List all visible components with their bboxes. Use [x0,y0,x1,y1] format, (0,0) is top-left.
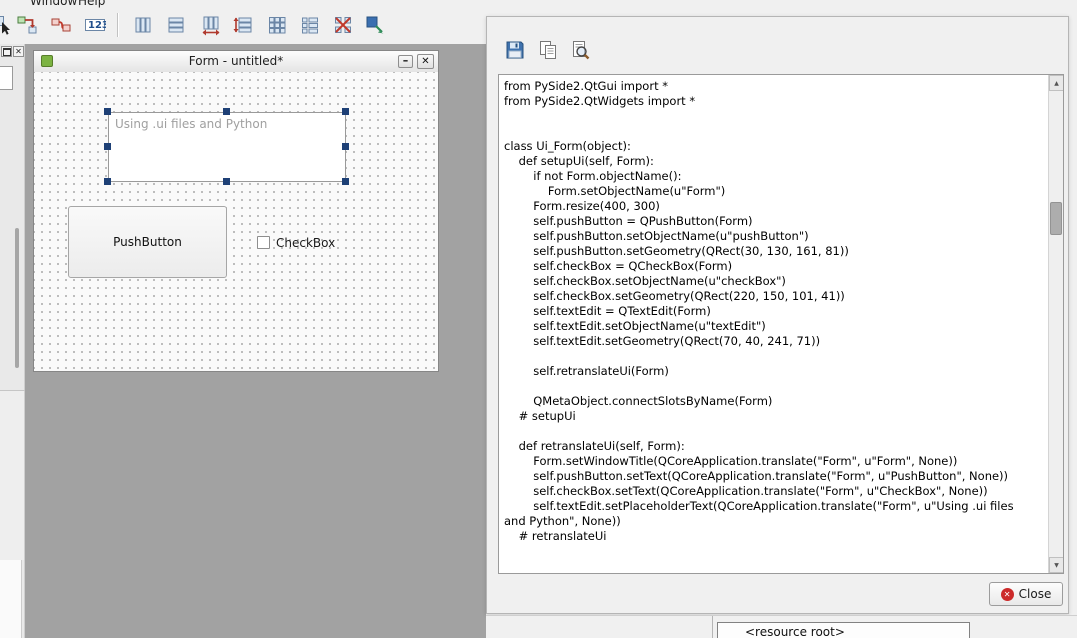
svg-text:123: 123 [88,20,106,31]
scroll-up-icon: ▲ [1054,80,1059,87]
checkbox-widget[interactable]: CheckBox [257,234,335,251]
selection-handle-top-center[interactable] [223,108,230,115]
find-button[interactable] [567,37,593,63]
scrollbar-thumb[interactable] [1050,202,1062,235]
lay-out-horizontally-in-splitter-icon [198,14,224,36]
code-vertical-scrollbar[interactable]: ▲ ▼ [1048,75,1063,573]
lower-dock-fragment [0,391,24,560]
lay-out-horizontally-in-splitter-button[interactable] [198,12,224,38]
lay-out-in-a-grid-icon [264,14,290,36]
scroll-down-button[interactable]: ▼ [1049,557,1064,573]
form-editor-window: Form - untitled* – ✕ Using .ui files and… [33,50,439,372]
lay-out-in-a-form-layout-button[interactable] [297,12,323,38]
dock-float-button[interactable] [1,46,12,57]
qt-designer-screen: Window Help 123 [0,0,1077,638]
selection-handle-mid-right[interactable] [342,143,349,150]
dock-close-button[interactable]: ✕ [13,46,24,57]
selection-handle-top-right[interactable] [342,108,349,115]
form-canvas[interactable]: Using .ui files and Python PushButton Ch… [34,72,438,371]
break-layout-icon [330,14,356,36]
save-icon [502,39,528,61]
selection-handle-top-left[interactable] [104,108,111,115]
pushbutton-widget[interactable]: PushButton [68,206,227,278]
selection-handle-bottom-left[interactable] [104,178,111,185]
menu-window[interactable]: Window [30,0,77,8]
lay-out-vertically-button[interactable] [163,12,189,38]
widgetbox-filter-fragment[interactable] [0,66,13,90]
close-circle-icon: ✕ [1001,588,1014,601]
bottom-dock-area: <resource root> [486,615,1077,638]
copy-button[interactable] [535,37,561,63]
lay-out-horizontally-button[interactable] [130,12,156,38]
lay-out-horizontally-icon [130,14,156,36]
edit-buddies-button[interactable] [48,12,74,38]
close-button-label: Close [1019,587,1052,601]
scroll-down-icon: ▼ [1054,562,1059,569]
selection-handle-mid-left[interactable] [104,143,111,150]
edit-tab-order-icon: 123 [82,14,108,36]
code-preview-dialog: from PySide2.QtGui import * from PySide2… [486,16,1069,614]
selection-handle-bottom-right[interactable] [342,178,349,185]
edit-buddies-icon [48,14,74,36]
resource-root-item[interactable]: <resource root> [717,622,970,638]
lay-out-vertically-in-splitter-button[interactable] [231,12,257,38]
close-x-glyph: ✕ [1004,590,1011,599]
edit-tab-order-button[interactable]: 123 [82,12,108,38]
adjust-size-icon [362,14,388,36]
toolbar-separator [117,13,119,37]
close-icon: ✕ [15,47,22,56]
generated-python-code: from PySide2.QtGui import * from PySide2… [499,75,1049,544]
find-icon [567,39,593,61]
mdi-area: Form - untitled* – ✕ Using .ui files and… [25,44,486,638]
left-dock-strip: ✕ [0,44,25,638]
checkbox-label: CheckBox [276,236,335,250]
textedit-placeholder: Using .ui files and Python [109,113,345,135]
edit-signals-slots-icon [14,14,40,36]
menubar: Window Help [0,0,1077,8]
lower-dock-panel-fragment [0,560,22,638]
float-icon [3,48,11,56]
menu-help[interactable]: Help [78,0,105,8]
edit-signals-slots-button[interactable] [14,12,40,38]
pushbutton-label: PushButton [113,235,182,249]
code-text-area[interactable]: from PySide2.QtGui import * from PySide2… [498,74,1064,574]
lay-out-in-a-grid-button[interactable] [264,12,290,38]
selection-handle-bottom-center[interactable] [223,178,230,185]
lay-out-vertically-icon [163,14,189,36]
form-minimize-button[interactable]: – [398,55,413,68]
lay-out-in-a-form-layout-icon [297,14,323,36]
checkbox-indicator[interactable] [257,236,270,249]
dock-splitter[interactable] [712,616,713,638]
adjust-size-button[interactable] [362,12,388,38]
copy-icon [535,39,561,61]
widgetbox-scrollbar[interactable] [15,228,19,368]
scroll-up-button[interactable]: ▲ [1049,75,1064,91]
form-close-button[interactable]: ✕ [417,54,434,69]
form-window-title: Form - untitled* [34,54,438,68]
textedit-widget[interactable]: Using .ui files and Python [108,112,346,182]
save-button[interactable] [502,37,528,63]
close-button[interactable]: ✕ Close [989,582,1063,606]
form-window-titlebar[interactable]: Form - untitled* – ✕ [34,51,438,73]
break-layout-button[interactable] [330,12,356,38]
lay-out-vertically-in-splitter-icon [231,14,257,36]
